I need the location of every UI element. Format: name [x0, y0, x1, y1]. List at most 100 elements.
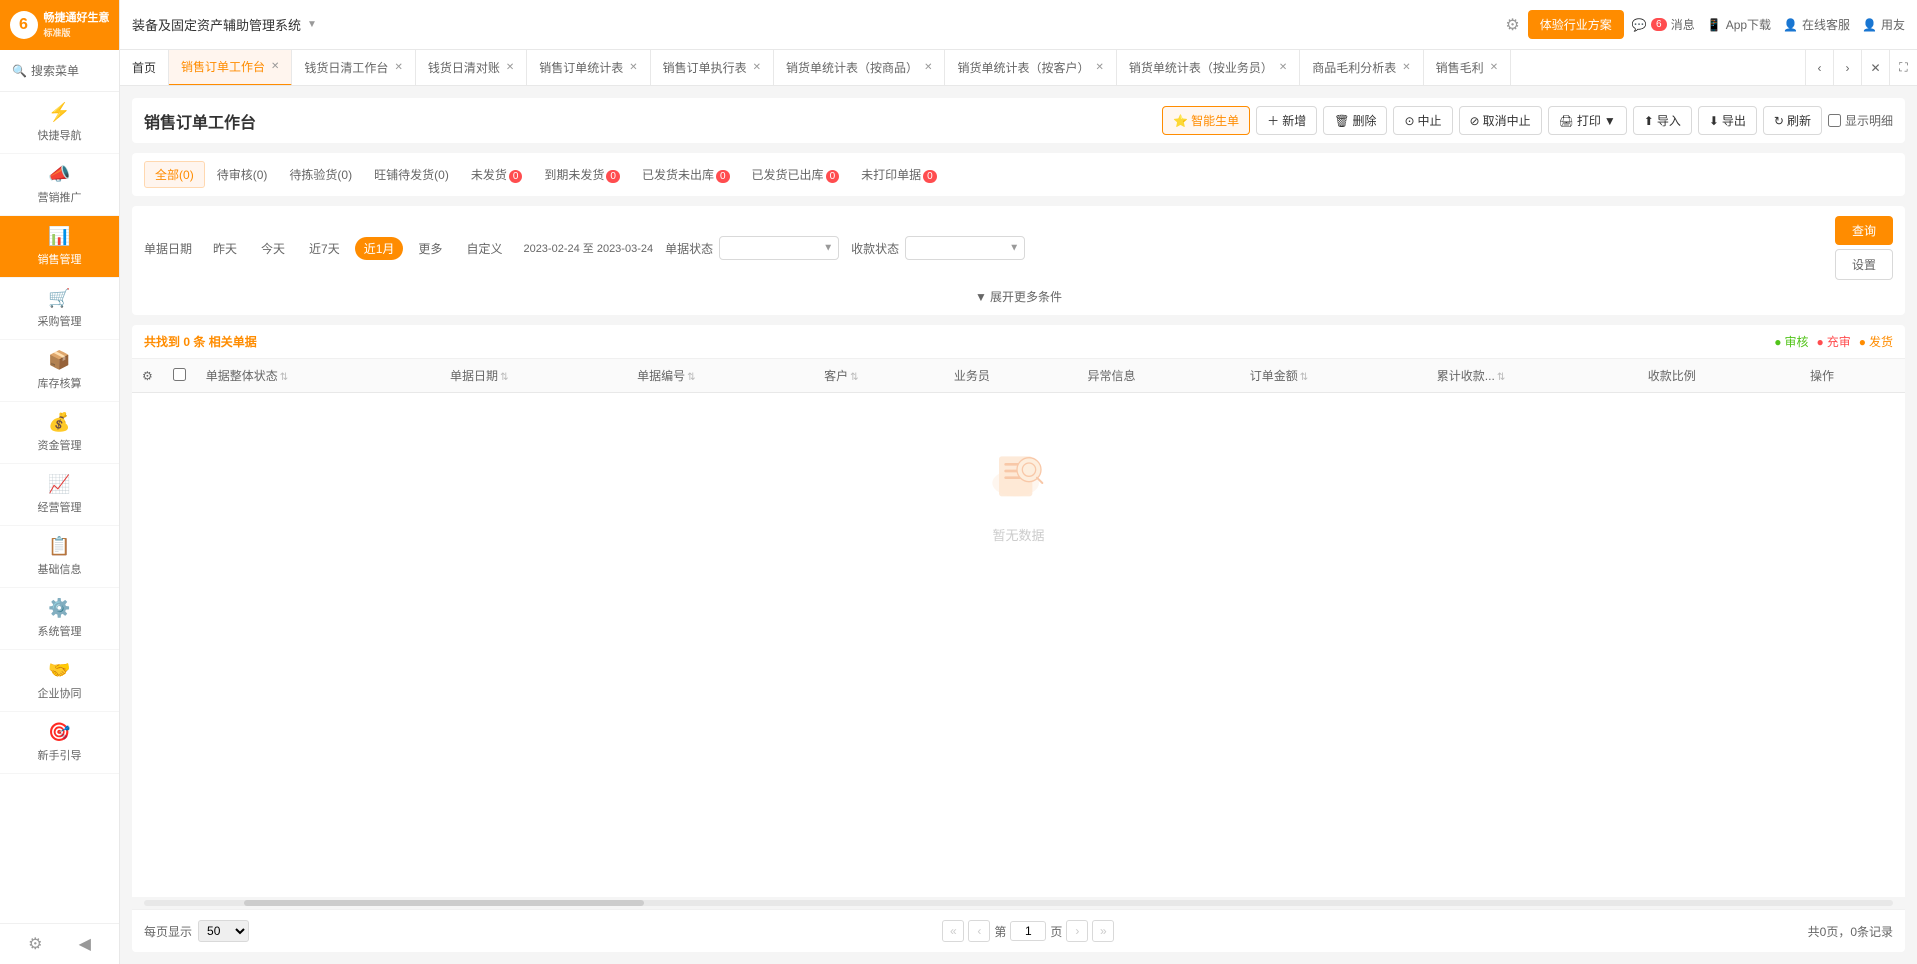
message-icon: 💬 [1632, 18, 1647, 32]
system-title: 装备及固定资产辅助管理系统 ▼ [132, 15, 1497, 34]
sort-icon[interactable]: ⇅ [1300, 372, 1308, 383]
show-detail-checkbox[interactable]: 显示明细 [1828, 112, 1893, 129]
sub-tab-shipped-out[interactable]: 已发货已出库0 [742, 162, 850, 187]
batch-ship-button[interactable]: ● 发货 [1859, 333, 1893, 350]
sidebar-item-sales[interactable]: 📊 销售管理 [0, 216, 119, 278]
first-page-button[interactable]: « [942, 920, 964, 942]
header-gear-icon[interactable]: ⚙ [1505, 15, 1519, 35]
filter-settings-button[interactable]: 设置 [1835, 249, 1893, 280]
tab-scroll-right-button[interactable]: › [1833, 50, 1861, 86]
print-button[interactable]: 🖨 打印 ▼ [1548, 106, 1627, 135]
table-scrollbar[interactable] [132, 897, 1905, 909]
add-button[interactable]: ＋ 新增 [1256, 106, 1317, 135]
sub-tab-not-shipped[interactable]: 未发货0 [461, 162, 533, 187]
message-button[interactable]: 💬 6 消息 [1632, 16, 1695, 33]
sub-tab-pending-inspect[interactable]: 待拣验货(0) [279, 162, 362, 187]
tab-maximize-button[interactable]: ⛶ [1889, 50, 1917, 86]
delete-button[interactable]: 🗑 删除 [1323, 106, 1387, 135]
sub-tab-not-printed[interactable]: 未打印单据0 [851, 162, 947, 187]
date-btn-yesterday[interactable]: 昨天 [204, 237, 246, 260]
sort-icon[interactable]: ⇅ [500, 372, 508, 383]
tab-close-all-button[interactable]: ✕ [1861, 50, 1889, 86]
sort-icon[interactable]: ⇅ [687, 372, 695, 383]
refresh-button[interactable]: ↻ 刷新 [1763, 106, 1822, 135]
tab-sales-order-exec[interactable]: 销售订单执行表 ✕ [651, 50, 774, 86]
stop-button[interactable]: ⊙ 中止 [1393, 106, 1452, 135]
user-menu-button[interactable]: 👤 用友 [1862, 16, 1905, 33]
sort-icon[interactable]: ⇅ [1497, 372, 1505, 383]
batch-revoke-button[interactable]: ● 充审 [1816, 333, 1850, 350]
sidebar-item-finance[interactable]: 💰 资金管理 [0, 402, 119, 464]
import-button[interactable]: ⬆ 导入 [1633, 106, 1692, 135]
enterprise-icon: 🤝 [48, 660, 70, 681]
last-page-button[interactable]: » [1092, 920, 1114, 942]
export-button[interactable]: ⬇ 导出 [1698, 106, 1757, 135]
batch-audit-button[interactable]: ● 审核 [1774, 333, 1808, 350]
tab-cash-reconcile[interactable]: 钱货日清对账 ✕ [416, 50, 527, 86]
sort-icon[interactable]: ⇅ [850, 372, 858, 383]
cancel-stop-button[interactable]: ⊘ 取消中止 [1459, 106, 1542, 135]
tab-close-icon[interactable]: ✕ [629, 62, 637, 73]
search-menu-button[interactable]: 🔍 搜索菜单 [8, 58, 111, 83]
select-all-checkbox[interactable] [173, 368, 186, 381]
date-btn-custom[interactable]: 自定义 [457, 237, 511, 260]
tab-close-icon[interactable]: ✕ [506, 62, 514, 73]
tab-sales-gross[interactable]: 销售毛利 ✕ [1424, 50, 1511, 86]
date-btn-today[interactable]: 今天 [252, 237, 294, 260]
show-detail-input[interactable] [1828, 114, 1841, 127]
sidebar-item-purchase[interactable]: 🛒 采购管理 [0, 278, 119, 340]
sidebar-collapse-button[interactable]: ◀ [79, 934, 91, 954]
tab-product-margin[interactable]: 商品毛利分析表 ✕ [1300, 50, 1423, 86]
scrollbar-thumb[interactable] [244, 900, 644, 906]
sub-tab-pending-review[interactable]: 待审核(0) [207, 162, 278, 187]
tab-sales-stats-product[interactable]: 销货单统计表（按商品） ✕ [774, 50, 945, 86]
tab-close-icon[interactable]: ✕ [394, 62, 402, 73]
search-menu-label: 搜索菜单 [31, 62, 79, 79]
sidebar-item-enterprise[interactable]: 🤝 企业协同 [0, 650, 119, 712]
tab-close-icon[interactable]: ✕ [1095, 62, 1103, 73]
th-gear[interactable]: ⚙ [132, 359, 163, 393]
sub-tab-wangpu[interactable]: 旺铺待发货(0) [364, 162, 459, 187]
status-select[interactable] [719, 236, 839, 260]
sidebar-item-inventory[interactable]: 📦 库存核算 [0, 340, 119, 402]
payment-select[interactable] [905, 236, 1025, 260]
prev-page-button[interactable]: ‹ [968, 920, 990, 942]
sort-icon[interactable]: ⇅ [280, 372, 288, 383]
page-size-select[interactable]: 50 10 20 100 [198, 920, 249, 942]
date-btn-7days[interactable]: 近7天 [300, 237, 349, 260]
sidebar-item-base-info[interactable]: 📋 基础信息 [0, 526, 119, 588]
tab-sales-order-workbench[interactable]: 销售订单工作台 ✕ [169, 50, 292, 86]
sub-tab-shipped-not-out[interactable]: 已发货未出库0 [632, 162, 740, 187]
date-btn-1month[interactable]: 近1月 [355, 237, 404, 260]
sub-tab-expired[interactable]: 到期未发货0 [534, 162, 630, 187]
next-page-button[interactable]: › [1066, 920, 1088, 942]
app-download-button[interactable]: 📱 App下载 [1707, 16, 1771, 33]
tab-close-icon[interactable]: ✕ [271, 61, 279, 72]
sidebar-item-guide[interactable]: 🎯 新手引导 [0, 712, 119, 774]
sidebar-item-operations[interactable]: 📈 经营管理 [0, 464, 119, 526]
sidebar-item-system[interactable]: ⚙️ 系统管理 [0, 588, 119, 650]
tab-close-icon[interactable]: ✕ [1279, 62, 1287, 73]
tab-sales-stats-customer[interactable]: 销货单统计表（按客户） ✕ [945, 50, 1116, 86]
tab-close-icon[interactable]: ✕ [753, 62, 761, 73]
page-number-input[interactable] [1010, 921, 1046, 941]
tab-sales-stats-staff[interactable]: 销货单统计表（按业务员） ✕ [1117, 50, 1300, 86]
tab-close-icon[interactable]: ✕ [924, 62, 932, 73]
smart-create-button[interactable]: ⭐ 智能生单 [1162, 106, 1250, 135]
tab-sales-order-stats[interactable]: 销售订单统计表 ✕ [527, 50, 650, 86]
experience-button[interactable]: 体验行业方案 [1528, 10, 1624, 39]
tab-scroll-left-button[interactable]: ‹ [1805, 50, 1833, 86]
tab-cash-daily[interactable]: 钱货日清工作台 ✕ [292, 50, 415, 86]
tab-close-icon[interactable]: ✕ [1402, 62, 1410, 73]
th-checkbox[interactable] [163, 359, 196, 393]
expand-filter-button[interactable]: ▼ 展开更多条件 [975, 288, 1062, 305]
sidebar-settings-button[interactable]: ⚙ [28, 934, 42, 954]
tab-home[interactable]: 首页 [120, 50, 169, 86]
sidebar-item-marketing[interactable]: 📣 营销推广 [0, 154, 119, 216]
date-btn-more[interactable]: 更多 [409, 237, 451, 260]
sidebar-item-quick-nav[interactable]: ⚡ 快捷导航 [0, 92, 119, 154]
query-button[interactable]: 查询 [1835, 216, 1893, 245]
online-service-button[interactable]: 👤 在线客服 [1783, 16, 1850, 33]
sub-tab-all[interactable]: 全部(0) [144, 161, 205, 188]
tab-close-icon[interactable]: ✕ [1490, 62, 1498, 73]
